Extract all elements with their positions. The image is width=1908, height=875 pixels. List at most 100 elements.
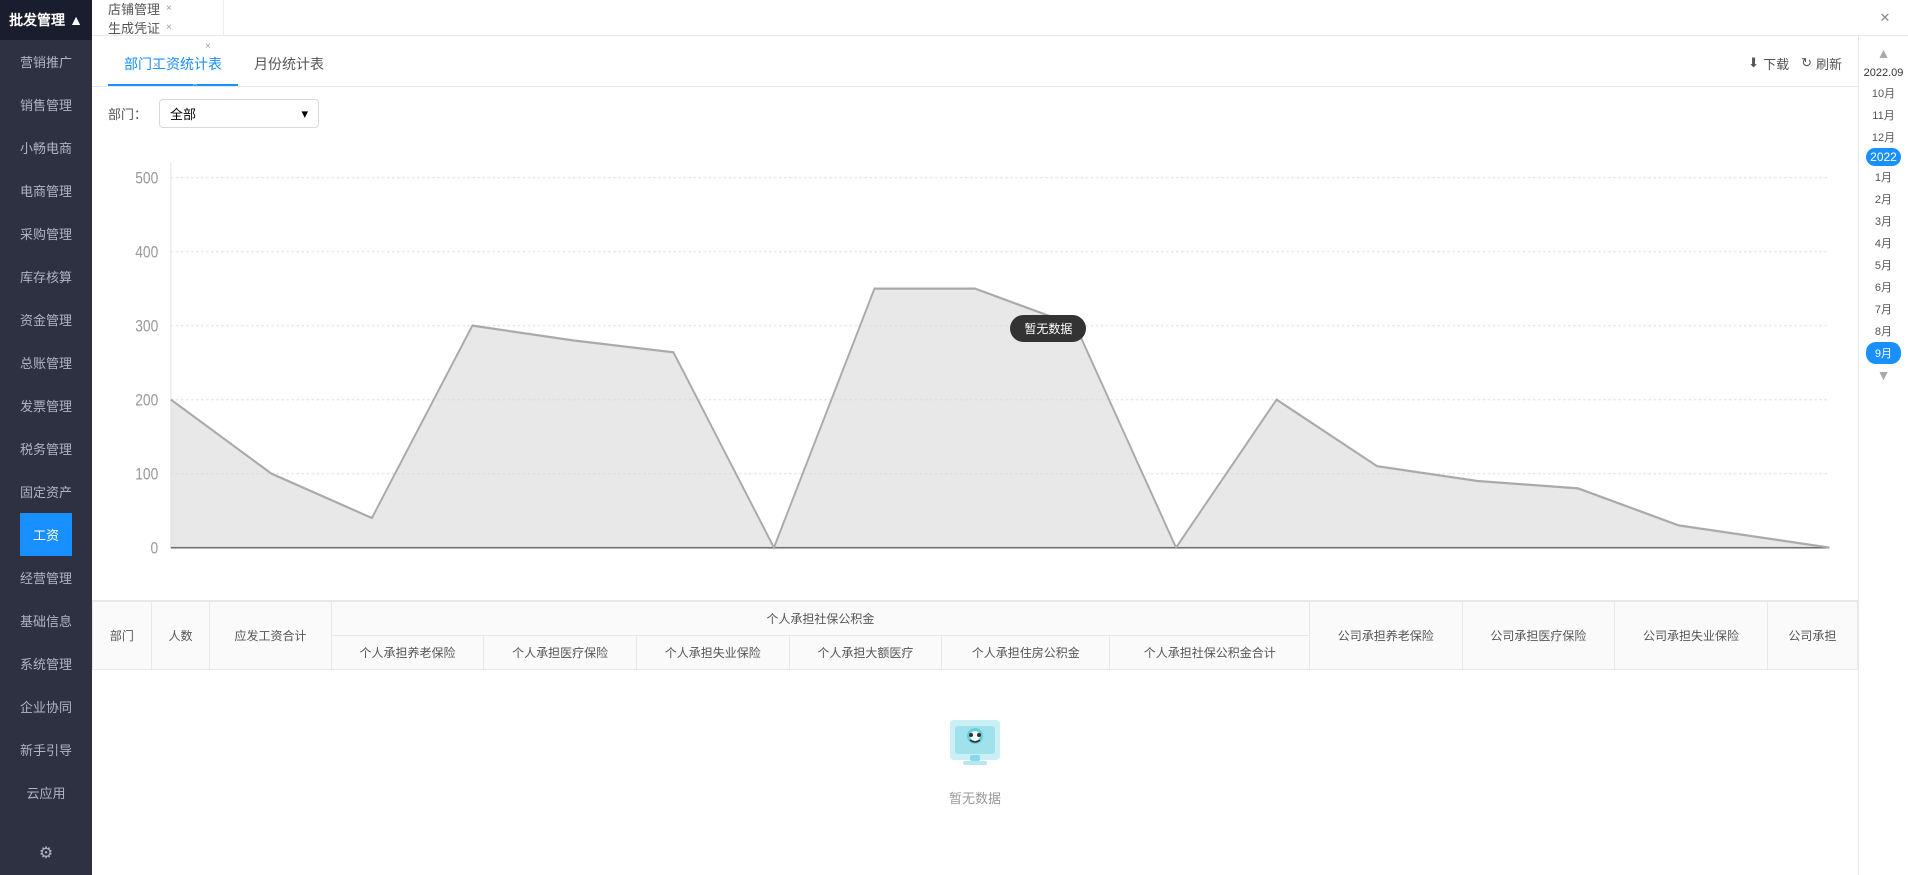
tab-店铺管理[interactable]: 店铺管理 × [96, 0, 224, 18]
sidebar-item-小畅电商[interactable]: 小畅电商 [20, 126, 72, 169]
svg-text:500: 500 [135, 170, 158, 188]
sidebar-item-电商管理[interactable]: 电商管理 [20, 169, 72, 212]
svg-text:100: 100 [135, 466, 158, 484]
sidebar-nav: 营销推广销售管理小畅电商电商管理采购管理库存核算资金管理总账管理发票管理税务管理… [20, 40, 72, 814]
tab-bar-end: ✕ [1874, 7, 1904, 29]
main-area: 首页门店商品目录×销货单×店铺管理×生成凭证×应收应付调整单×工资表×工资统计报… [92, 0, 1908, 875]
sidebar-item-固定资产[interactable]: 固定资产 [20, 470, 72, 513]
download-label: 下载 [1763, 54, 1789, 73]
timeline-month-12月[interactable]: 12月 [1866, 126, 1901, 148]
svg-text:0: 0 [151, 540, 159, 558]
tab-close-icon[interactable]: × [166, 3, 172, 14]
sidebar-item-发票管理[interactable]: 发票管理 [20, 384, 72, 427]
tab-monthly-stats[interactable]: 月份统计表 [238, 48, 340, 86]
sidebar-item-税务管理[interactable]: 税务管理 [20, 427, 72, 470]
no-data-icon [935, 700, 1015, 780]
chevron-up-icon: ▲ [69, 12, 83, 28]
sub-tab-bar: 部门工资统计表 月份统计表 ⬇ 下载 ↻ 刷新 [92, 36, 1858, 87]
col-personal-major-med: 个人承担大额医疗 [789, 636, 942, 670]
timeline-month-3月[interactable]: 3月 [1866, 210, 1901, 232]
tab-close-icon[interactable]: × [192, 79, 198, 90]
tab-bar: 首页门店商品目录×销货单×店铺管理×生成凭证×应收应付调整单×工资表×工资统计报… [92, 0, 1908, 36]
refresh-icon: ↻ [1801, 55, 1812, 71]
sidebar-item-资金管理[interactable]: 资金管理 [20, 298, 72, 341]
sidebar-item-工资[interactable]: 工资 [20, 513, 72, 556]
department-select-value: 全部 [170, 104, 196, 123]
col-personal-unemp: 个人承担失业保险 [636, 636, 789, 670]
table-section: 部门 人数 应发工资合计 个人承担社保公积金 公司承担养老保险 公司承担医疗保险… [92, 600, 1858, 820]
download-button[interactable]: ⬇ 下载 [1748, 54, 1789, 73]
filter-bar: 部门： 全部 ▾ [92, 87, 1858, 140]
sidebar-header[interactable]: 批发管理 ▲ [0, 0, 92, 40]
col-company-unemp: 公司承担失业保险 [1615, 602, 1768, 670]
tab-department-stats[interactable]: 部门工资统计表 [108, 48, 238, 86]
timeline-month-10月[interactable]: 10月 [1866, 82, 1901, 104]
timeline-up-nav[interactable]: ▲ [1874, 42, 1894, 64]
area-chart: 0 100 200 300 400 500 [108, 148, 1842, 592]
sidebar-item-总账管理[interactable]: 总账管理 [20, 341, 72, 384]
sidebar-item-新手引导[interactable]: 新手引导 [20, 728, 72, 771]
col-personal-housing: 个人承担住房公积金 [942, 636, 1110, 670]
timeline-month-9月[interactable]: 9月 [1866, 342, 1901, 364]
sidebar-item-库存核算[interactable]: 库存核算 [20, 255, 72, 298]
col-salary-total: 应发工资合计 [210, 602, 331, 670]
sidebar-item-云应用[interactable]: 云应用 [20, 771, 72, 814]
main-content: 部门工资统计表 月份统计表 ⬇ 下载 ↻ 刷新 部门： [92, 36, 1858, 875]
department-filter-label: 部门： [108, 104, 147, 123]
timeline-months: 10月11月12月20221月2月3月4月5月6月7月8月9月 [1866, 82, 1901, 364]
chart-container: 0 100 200 300 400 500 暂无数据 [92, 140, 1858, 600]
close-window-button[interactable]: ✕ [1874, 7, 1896, 29]
timeline-month-8月[interactable]: 8月 [1866, 320, 1901, 342]
timeline-year-label: 2022.09 [1864, 64, 1904, 82]
col-dept: 部门 [93, 602, 152, 670]
col-company-old: 公司承担养老保险 [1310, 602, 1463, 670]
tab-生成凭证[interactable]: 生成凭证 × [96, 18, 224, 37]
timeline-month-5月[interactable]: 5月 [1866, 254, 1901, 276]
timeline-month-11月[interactable]: 11月 [1866, 104, 1901, 126]
svg-text:400: 400 [135, 244, 158, 262]
tab-label: 生成凭证 [108, 18, 160, 37]
timeline-month-7月[interactable]: 7月 [1866, 298, 1901, 320]
tab-close-icon[interactable]: × [153, 60, 159, 71]
timeline-month-2022[interactable]: 2022 [1866, 148, 1901, 166]
refresh-button[interactable]: ↻ 刷新 [1801, 54, 1842, 73]
sidebar-item-基础信息[interactable]: 基础信息 [20, 599, 72, 642]
tab-label: 店铺管理 [108, 0, 160, 18]
svg-text:300: 300 [135, 318, 158, 336]
sidebar-item-经营管理[interactable]: 经营管理 [20, 556, 72, 599]
col-personal-insurance: 个人承担社保公积金 [331, 602, 1309, 636]
col-company-other: 公司承担 [1767, 602, 1857, 670]
table-no-data-text: 暂无数据 [949, 788, 1001, 807]
area-fill [171, 289, 1830, 548]
sidebar-item-营销推广[interactable]: 营销推广 [20, 40, 72, 83]
svg-text:200: 200 [135, 392, 158, 410]
content-area: 部门工资统计表 月份统计表 ⬇ 下载 ↻ 刷新 部门： [92, 36, 1908, 875]
timeline-month-6月[interactable]: 6月 [1866, 276, 1901, 298]
sidebar-item-系统管理[interactable]: 系统管理 [20, 642, 72, 685]
tab-close-icon[interactable]: × [166, 22, 172, 33]
sidebar: 批发管理 ▲ 营销推广销售管理小畅电商电商管理采购管理库存核算资金管理总账管理发… [0, 0, 92, 875]
col-personal-med: 个人承担医疗保险 [484, 636, 637, 670]
download-icon: ⬇ [1748, 55, 1759, 71]
sub-tab-actions: ⬇ 下载 ↻ 刷新 [1748, 54, 1842, 81]
tab-close-icon[interactable]: × [205, 41, 211, 52]
timeline-month-2月[interactable]: 2月 [1866, 188, 1901, 210]
chevron-down-icon: ▾ [301, 106, 308, 122]
department-select[interactable]: 全部 ▾ [159, 99, 319, 128]
sub-tabs: 部门工资统计表 月份统计表 [108, 48, 340, 86]
col-count: 人数 [151, 602, 210, 670]
sidebar-item-企业协同[interactable]: 企业协同 [20, 685, 72, 728]
sidebar-item-采购管理[interactable]: 采购管理 [20, 212, 72, 255]
sidebar-title: 批发管理 [9, 10, 65, 30]
refresh-label: 刷新 [1816, 54, 1842, 73]
stats-table: 部门 人数 应发工资合计 个人承担社保公积金 公司承担养老保险 公司承担医疗保险… [92, 601, 1858, 670]
sidebar-item-销售管理[interactable]: 销售管理 [20, 83, 72, 126]
timeline-month-4月[interactable]: 4月 [1866, 232, 1901, 254]
timeline-month-1月[interactable]: 1月 [1866, 166, 1901, 188]
timeline-panel: ▲ 2022.09 10月11月12月20221月2月3月4月5月6月7月8月9… [1858, 36, 1908, 875]
timeline-down-nav[interactable]: ▼ [1874, 364, 1894, 386]
col-personal-old: 个人承担养老保险 [331, 636, 484, 670]
settings-icon[interactable]: ⚙ [0, 831, 92, 875]
col-personal-total: 个人承担社保公积金合计 [1110, 636, 1310, 670]
col-company-med: 公司承担医疗保险 [1462, 602, 1615, 670]
